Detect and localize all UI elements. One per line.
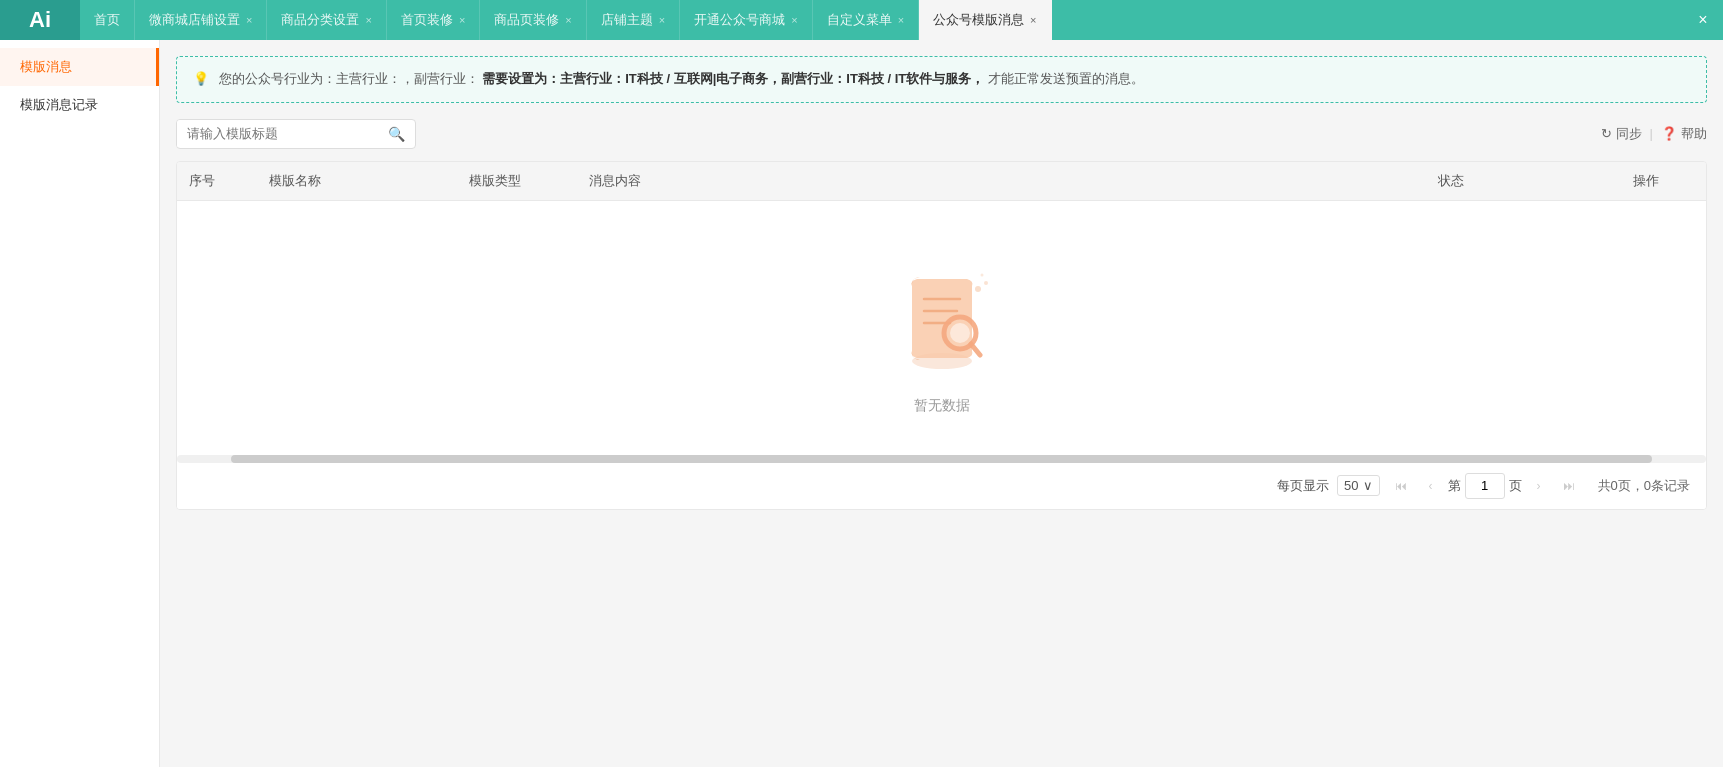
first-page-button[interactable]: ⏮ bbox=[1388, 473, 1414, 499]
svg-point-8 bbox=[984, 281, 988, 285]
notice-icon: 💡 bbox=[193, 71, 209, 86]
tab-label: 公众号模版消息 bbox=[933, 11, 1024, 29]
th-name: 模版名称 bbox=[257, 162, 457, 200]
tab-label: 微商城店铺设置 bbox=[149, 11, 240, 29]
app-logo: Ai bbox=[0, 0, 80, 40]
tab-home[interactable]: 首页 bbox=[80, 0, 135, 40]
toolbar-divider: | bbox=[1650, 126, 1653, 141]
sync-label: 同步 bbox=[1616, 125, 1642, 143]
tab-micro-store[interactable]: 微商城店铺设置 × bbox=[135, 0, 267, 40]
horizontal-scrollbar[interactable] bbox=[177, 455, 1706, 463]
page-label-suffix: 页 bbox=[1509, 477, 1522, 495]
table-header: 序号 模版名称 模版类型 消息内容 状态 操作 bbox=[177, 162, 1706, 201]
th-action: 操作 bbox=[1586, 162, 1706, 200]
sync-button[interactable]: ↻ 同步 bbox=[1601, 125, 1642, 143]
th-status: 状态 bbox=[1426, 162, 1586, 200]
tab-close-micro-store[interactable]: × bbox=[246, 14, 252, 26]
search-wrap: 🔍 bbox=[176, 119, 416, 149]
tab-label: 开通公众号商城 bbox=[694, 11, 785, 29]
tab-label: 商品页装修 bbox=[494, 11, 559, 29]
tab-label: 店铺主题 bbox=[601, 11, 653, 29]
tab-label: 首页装修 bbox=[401, 11, 453, 29]
tab-close-custom-menu[interactable]: × bbox=[898, 14, 904, 26]
toolbar-right: ↻ 同步 | ❓ 帮助 bbox=[1601, 125, 1707, 143]
notice-box: 💡 您的公众号行业为：主营行业：，副营行业： 需要设置为：主营行业：IT科技 /… bbox=[176, 56, 1707, 103]
total-records-text: 共0页，0条记录 bbox=[1598, 477, 1690, 495]
tab-list: 首页微商城店铺设置×商品分类设置×首页装修×商品页装修×店铺主题×开通公众号商城… bbox=[80, 0, 1683, 40]
page-size-select[interactable]: 50 ∨ bbox=[1337, 475, 1379, 496]
sidebar-item-template-record[interactable]: 模版消息记录 bbox=[0, 86, 159, 124]
data-table: 序号 模版名称 模版类型 消息内容 状态 操作 bbox=[176, 161, 1707, 510]
scrollbar-thumb[interactable] bbox=[231, 455, 1653, 463]
notice-highlight: 需要设置为：主营行业：IT科技 / 互联网|电子商务，副营行业：IT科技 / I… bbox=[482, 71, 984, 86]
prev-page-button[interactable]: ‹ bbox=[1418, 473, 1444, 499]
tab-close-open-mall[interactable]: × bbox=[791, 14, 797, 26]
sidebar-item-template-message[interactable]: 模版消息 bbox=[0, 48, 159, 86]
notice-suffix: 才能正常发送预置的消息。 bbox=[988, 71, 1144, 86]
search-icon: 🔍 bbox=[388, 126, 405, 142]
tab-label: 商品分类设置 bbox=[281, 11, 359, 29]
tab-store-theme[interactable]: 店铺主题 × bbox=[587, 0, 680, 40]
th-type: 模版类型 bbox=[457, 162, 577, 200]
tab-close-template-msg[interactable]: × bbox=[1030, 14, 1036, 26]
th-content: 消息内容 bbox=[577, 162, 1426, 200]
content-area: 💡 您的公众号行业为：主营行业：，副营行业： 需要设置为：主营行业：IT科技 /… bbox=[160, 40, 1723, 767]
help-button[interactable]: ❓ 帮助 bbox=[1661, 125, 1707, 143]
next-page-button[interactable]: › bbox=[1526, 473, 1552, 499]
svg-point-5 bbox=[950, 323, 970, 343]
tab-close-home-decor[interactable]: × bbox=[459, 14, 465, 26]
tab-home-decor[interactable]: 首页装修 × bbox=[387, 0, 480, 40]
last-page-button[interactable]: ⏭ bbox=[1556, 473, 1582, 499]
page-navigation: ⏮ ‹ 第 页 › ⏭ bbox=[1388, 473, 1582, 499]
window-close-button[interactable]: × bbox=[1683, 0, 1723, 40]
empty-text: 暂无数据 bbox=[914, 397, 970, 415]
svg-point-9 bbox=[980, 273, 983, 276]
page-size-value: 50 bbox=[1344, 478, 1358, 493]
chevron-down-icon: ∨ bbox=[1363, 478, 1373, 493]
top-nav: Ai 首页微商城店铺设置×商品分类设置×首页装修×商品页装修×店铺主题×开通公众… bbox=[0, 0, 1723, 40]
th-seq: 序号 bbox=[177, 162, 257, 200]
tab-template-msg[interactable]: 公众号模版消息 × bbox=[919, 0, 1051, 40]
help-icon: ❓ bbox=[1661, 126, 1677, 141]
tab-label: 自定义菜单 bbox=[827, 11, 892, 29]
empty-illustration bbox=[882, 261, 1002, 381]
tab-product-decor[interactable]: 商品页装修 × bbox=[480, 0, 586, 40]
toolbar: 🔍 ↻ 同步 | ❓ 帮助 bbox=[176, 119, 1707, 149]
tab-close-store-theme[interactable]: × bbox=[659, 14, 665, 26]
sync-icon: ↻ bbox=[1601, 126, 1612, 141]
tab-close-category[interactable]: × bbox=[365, 14, 371, 26]
page-number-input[interactable] bbox=[1465, 473, 1505, 499]
main-layout: 模版消息模版消息记录 💡 您的公众号行业为：主营行业：，副营行业： 需要设置为：… bbox=[0, 40, 1723, 767]
search-button[interactable]: 🔍 bbox=[378, 120, 415, 148]
page-size-label: 每页显示 bbox=[1277, 477, 1329, 495]
tab-label: 首页 bbox=[94, 11, 120, 29]
help-label: 帮助 bbox=[1681, 125, 1707, 143]
page-label-prefix: 第 bbox=[1448, 477, 1461, 495]
tab-close-product-decor[interactable]: × bbox=[565, 14, 571, 26]
svg-point-7 bbox=[975, 286, 981, 292]
empty-state: 暂无数据 bbox=[177, 201, 1706, 455]
search-input[interactable] bbox=[177, 120, 378, 147]
tab-open-mall[interactable]: 开通公众号商城 × bbox=[680, 0, 812, 40]
sidebar: 模版消息模版消息记录 bbox=[0, 40, 160, 767]
tab-category[interactable]: 商品分类设置 × bbox=[267, 0, 386, 40]
pagination: 每页显示 50 ∨ ⏮ ‹ 第 页 › ⏭ 共0页，0条记录 bbox=[177, 463, 1706, 509]
tab-custom-menu[interactable]: 自定义菜单 × bbox=[813, 0, 919, 40]
notice-prefix: 您的公众号行业为：主营行业：，副营行业： bbox=[219, 71, 479, 86]
